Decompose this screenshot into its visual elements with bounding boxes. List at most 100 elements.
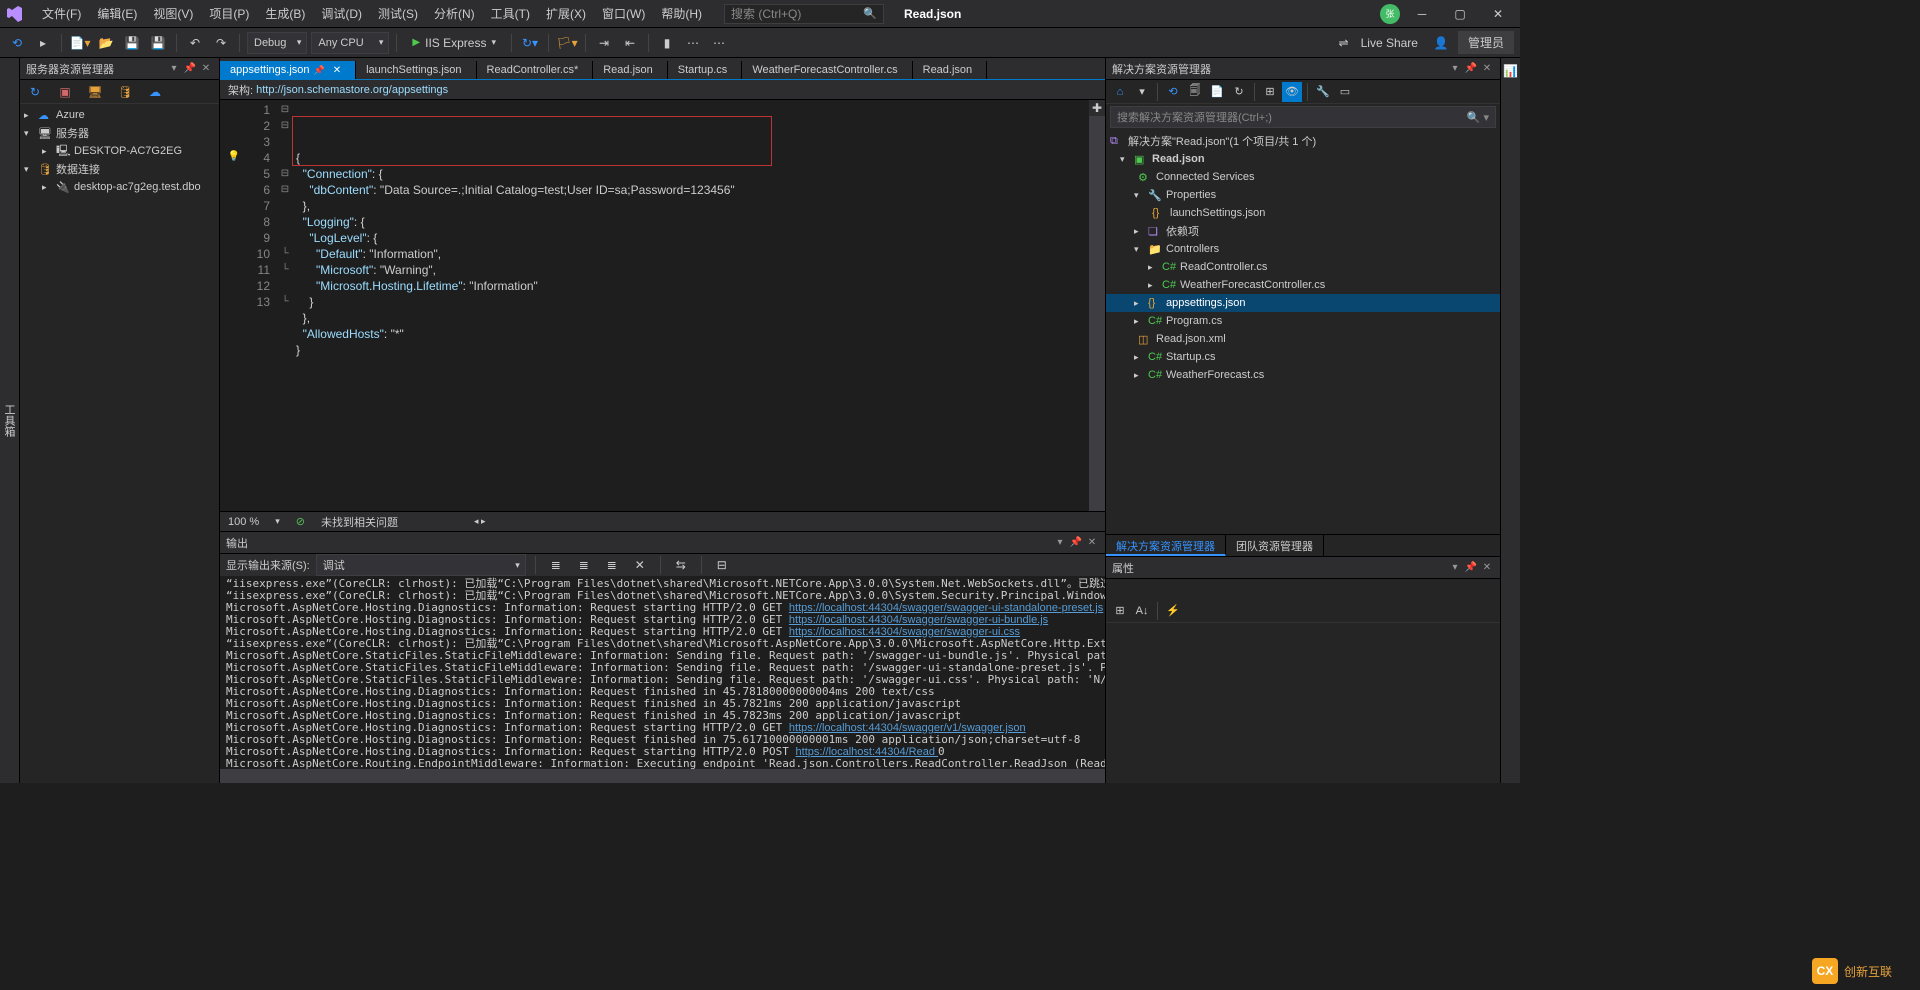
bookmark-icon[interactable]: ⋯ (708, 32, 730, 54)
schema-url[interactable]: http://json.schemastore.org/appsettings (256, 84, 448, 96)
editor-tab[interactable]: WeatherForecastController.cs (742, 61, 912, 79)
prev-icon[interactable]: ≣ (573, 554, 595, 576)
menu-生成(B)[interactable]: 生成(B) (257, 5, 313, 22)
config-dropdown[interactable]: Debug (247, 32, 307, 54)
connect-server-icon[interactable]: 🖥 (84, 81, 106, 103)
pin-icon[interactable]: 📌 (1069, 536, 1083, 550)
editor-tab[interactable]: launchSettings.json (356, 61, 476, 79)
dependencies-node[interactable]: ▸❏依赖项 (1106, 222, 1500, 240)
toolbox-tab[interactable]: 工具箱 (0, 58, 20, 783)
output-source-dropdown[interactable]: 调试 (316, 554, 526, 576)
tree-server-host[interactable]: ▸🖳DESKTOP-AC7G2EG (20, 142, 219, 160)
new-project-icon[interactable]: 📄▾ (69, 32, 91, 54)
refresh-icon[interactable]: ↻ (1229, 82, 1249, 102)
editor-tab[interactable]: appsettings.json📌✕ (220, 61, 356, 79)
menu-测试(S)[interactable]: 测试(S) (370, 5, 426, 22)
preview-icon[interactable]: 👁 (1282, 82, 1302, 102)
appsettings-file[interactable]: ▸{}appsettings.json (1106, 294, 1500, 312)
pin-icon[interactable]: 📌 (1464, 561, 1478, 575)
editor-tab[interactable]: Read.json (593, 61, 668, 79)
wrap-icon[interactable]: ⇆ (670, 554, 692, 576)
events-icon[interactable]: ⚡ (1163, 601, 1183, 621)
next-icon[interactable]: ≣ (601, 554, 623, 576)
controllers-folder[interactable]: ▾📁Controllers (1106, 240, 1500, 258)
weatherforecast-file[interactable]: ▸C#WeatherForecast.cs (1106, 366, 1500, 384)
launchsettings-file[interactable]: {}launchSettings.json (1106, 204, 1500, 222)
refresh-icon[interactable]: ↻▾ (519, 32, 541, 54)
diag-tools-icon[interactable]: 📊 (1503, 64, 1518, 78)
editor-tab[interactable]: Startup.cs (668, 61, 743, 79)
close-panel-icon[interactable]: ✕ (1480, 561, 1494, 575)
comment-icon[interactable]: ▮ (656, 32, 678, 54)
redo-icon[interactable]: ↷ (210, 32, 232, 54)
run-button[interactable]: ▶ IIS Express ▾ (404, 32, 504, 54)
connected-services[interactable]: ⚙Connected Services (1106, 168, 1500, 186)
connect-db-icon[interactable]: 🛢 (114, 81, 136, 103)
readcontroller-file[interactable]: ▸C#ReadController.cs (1106, 258, 1500, 276)
clear-icon[interactable]: ✕ (629, 554, 651, 576)
project-node[interactable]: ▾▣Read.json (1106, 150, 1500, 168)
close-panel-icon[interactable]: ✕ (1085, 536, 1099, 550)
platform-dropdown[interactable]: Any CPU (311, 32, 389, 54)
minimize-button[interactable]: ─ (1406, 2, 1438, 26)
menu-调试(D)[interactable]: 调试(D) (313, 5, 370, 22)
wrench-icon[interactable]: 🔧 (1313, 82, 1333, 102)
zoom-level[interactable]: 100 % (228, 516, 259, 528)
open-file-icon[interactable]: 📂 (95, 32, 117, 54)
tree-connection-item[interactable]: ▸🔌desktop-ac7g2eg.test.dbo (20, 178, 219, 196)
goto-icon[interactable]: ≣ (545, 554, 567, 576)
close-tab-icon[interactable]: ✕ (333, 65, 341, 76)
properties-icon[interactable]: ⊞ (1260, 82, 1280, 102)
code-editor[interactable]: 💡 12345678910111213 ⊟⊟ ⊟⊟ └└ └ { "Connec… (220, 100, 1105, 511)
tree-data-connections[interactable]: ▾🛢数据连接 (20, 160, 219, 178)
uncomment-icon[interactable]: ⋯ (682, 32, 704, 54)
pending-icon[interactable]: ⟲ (1163, 82, 1183, 102)
close-button[interactable]: ✕ (1482, 2, 1514, 26)
nav-forward-icon[interactable]: ▸ (32, 32, 54, 54)
pin-icon[interactable]: 📌 (1464, 62, 1478, 76)
msg-icon[interactable]: ⊟ (711, 554, 733, 576)
menu-分析(N)[interactable]: 分析(N) (426, 5, 483, 22)
user-avatar[interactable]: 张 (1380, 4, 1400, 24)
menu-编辑(E)[interactable]: 编辑(E) (89, 5, 145, 22)
autohide-icon[interactable]: ▾ (1448, 561, 1462, 575)
tree-servers[interactable]: ▾🖥服务器 (20, 124, 219, 142)
autohide-icon[interactable]: ▾ (167, 62, 181, 76)
sync-icon[interactable]: 🗐 (1185, 82, 1205, 102)
editor-tab[interactable]: Read.json (913, 61, 988, 79)
alpha-icon[interactable]: A↓ (1132, 601, 1152, 621)
menu-文件(F)[interactable]: 文件(F) (34, 5, 89, 22)
output-body[interactable]: “iisexpress.exe”(CoreCLR: clrhost): 已加载“… (220, 576, 1105, 769)
save-all-icon[interactable]: 💾 (147, 32, 169, 54)
editor-tab[interactable]: ReadController.cs* (477, 61, 594, 79)
code-content[interactable]: { "Connection": { "dbContent": "Data Sou… (292, 100, 1089, 511)
autohide-icon[interactable]: ▾ (1053, 536, 1067, 550)
global-search-input[interactable]: 搜索 (Ctrl+Q) 🔍 (724, 4, 884, 24)
pin-icon[interactable]: 📌 (183, 62, 197, 76)
tree-azure[interactable]: ▸☁Azure (20, 106, 219, 124)
menu-工具(T)[interactable]: 工具(T) (483, 5, 538, 22)
tab-team-explorer[interactable]: 团队资源管理器 (1226, 535, 1324, 556)
collapse-icon[interactable]: ▾ (1132, 82, 1152, 102)
issues-label[interactable]: 未找到相关问题 (321, 514, 398, 530)
tab-solution-explorer[interactable]: 解决方案资源管理器 (1106, 535, 1226, 556)
menu-项目(P)[interactable]: 项目(P) (201, 5, 257, 22)
pin-icon[interactable]: 📌 (314, 65, 325, 76)
vertical-scrollbar[interactable] (1089, 100, 1105, 511)
autohide-icon[interactable]: ▾ (1448, 62, 1462, 76)
solution-root[interactable]: ⧉解决方案"Read.json"(1 个项目/共 1 个) (1106, 132, 1500, 150)
readxml-file[interactable]: ◫Read.json.xml (1106, 330, 1500, 348)
close-panel-icon[interactable]: ✕ (1480, 62, 1494, 76)
undo-icon[interactable]: ↶ (184, 32, 206, 54)
show-all-icon[interactable]: 📄 (1207, 82, 1227, 102)
program-file[interactable]: ▸C#Program.cs (1106, 312, 1500, 330)
menu-视图(V)[interactable]: 视图(V) (145, 5, 201, 22)
azure-icon[interactable]: ☁ (144, 81, 166, 103)
live-share-button[interactable]: Live Share (1355, 36, 1424, 50)
step-icon[interactable]: ⇥ (593, 32, 615, 54)
filter-icon[interactable]: ▭ (1335, 82, 1355, 102)
nav-back-icon[interactable]: ⟲ (6, 32, 28, 54)
solution-search-input[interactable]: 搜索解决方案资源管理器(Ctrl+;) 🔍 ▾ (1110, 106, 1496, 128)
categorize-icon[interactable]: ⊞ (1110, 601, 1130, 621)
menu-窗口(W)[interactable]: 窗口(W) (594, 5, 653, 22)
